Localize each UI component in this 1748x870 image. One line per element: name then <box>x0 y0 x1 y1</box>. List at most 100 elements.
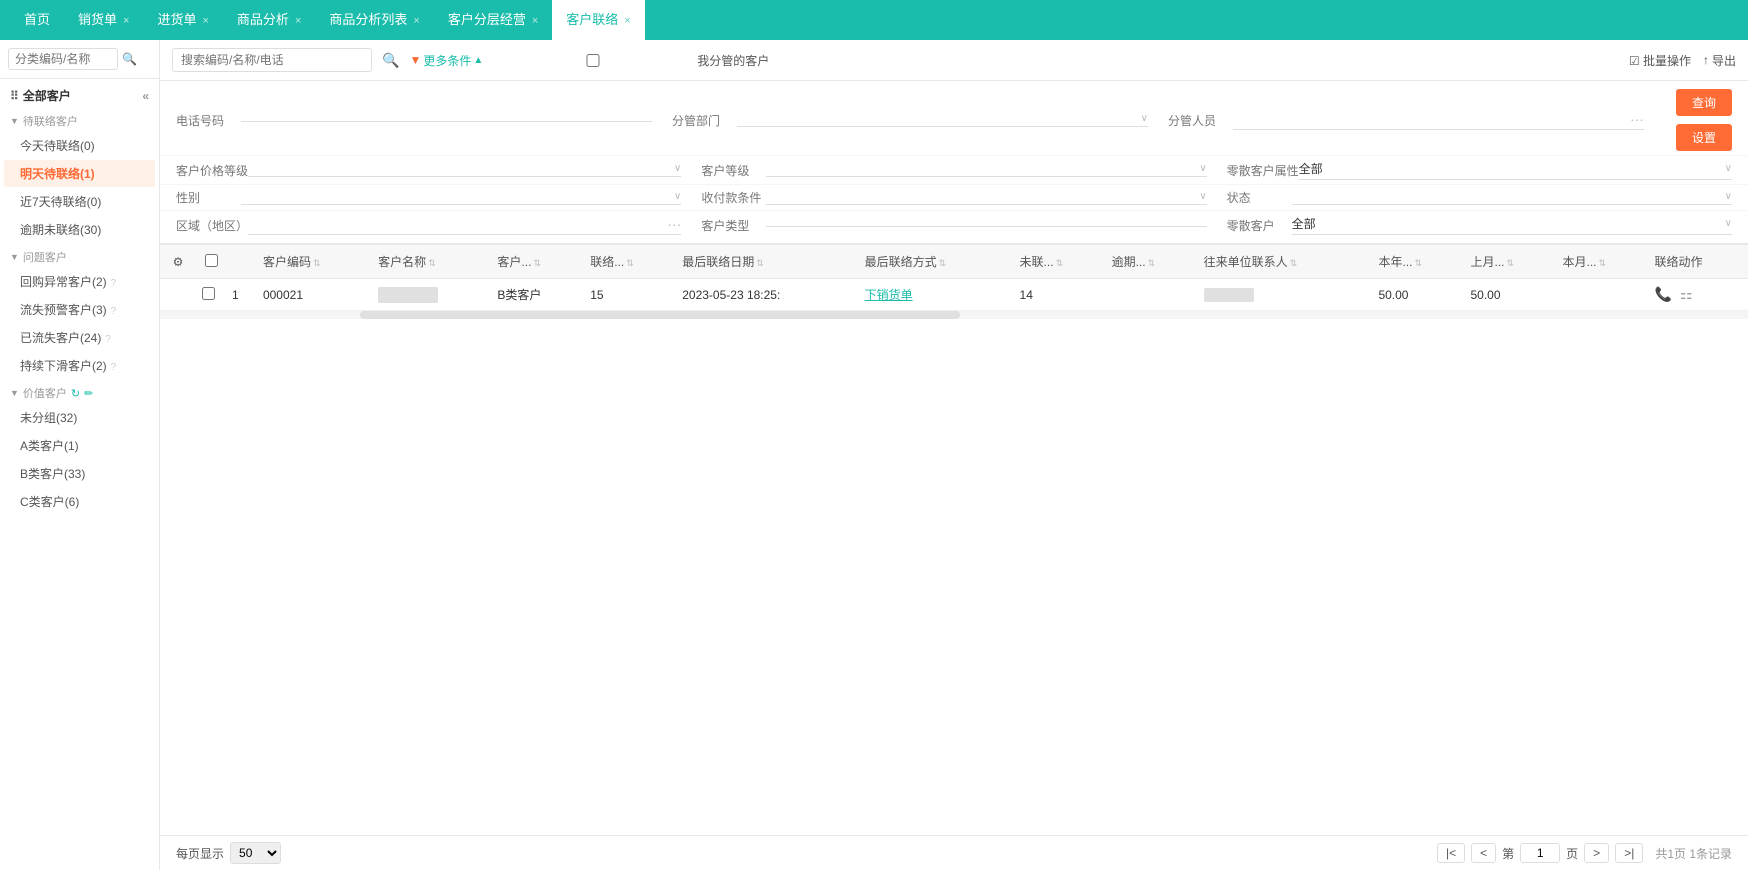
right-actions: ☑ 批量操作 ↑ 导出 <box>1629 52 1736 69</box>
nav-sales-order[interactable]: 销货单× <box>64 0 143 40</box>
col-type[interactable]: 客户...⇅ <box>491 245 584 279</box>
retail-customer-wrap[interactable]: 全部 ∨ <box>1292 215 1732 235</box>
gender-wrap[interactable]: ∨ <box>241 191 681 205</box>
sidebar-item-ungrouped[interactable]: 未分组(32) <box>4 404 155 431</box>
export-icon: ↑ <box>1703 53 1709 67</box>
close-purchase-order-icon[interactable]: × <box>202 15 208 27</box>
manager-dots-icon[interactable]: ··· <box>1630 111 1644 127</box>
col-code[interactable]: 客户编码⇅ <box>257 245 372 279</box>
customer-level-wrap[interactable]: ∨ <box>766 163 1206 177</box>
manager-input-wrap[interactable]: ··· <box>1233 111 1644 130</box>
sidebar-item-tomorrow-contact[interactable]: 明天待联络(1) <box>4 160 155 187</box>
action-phone-icon[interactable]: 📞 <box>1655 286 1672 303</box>
sidebar-item-churn-warning[interactable]: 流失预警客户(3)? <box>4 296 155 323</box>
refresh-icon[interactable]: ↻ <box>71 387 80 400</box>
payment-wrap[interactable]: ∨ <box>766 191 1206 205</box>
region-wrap[interactable]: ··· <box>248 216 681 235</box>
group-pending-contact[interactable]: 待联络客户 <box>0 108 159 131</box>
row-name-masked <box>378 287 438 303</box>
prev-page-btn[interactable]: < <box>1471 843 1496 863</box>
col-index <box>226 245 257 279</box>
query-button[interactable]: 查询 <box>1676 89 1732 116</box>
scrollbar-track[interactable] <box>360 311 960 319</box>
search-input[interactable] <box>172 48 372 72</box>
last-method-link[interactable]: 下销货单 <box>865 288 913 302</box>
export-btn[interactable]: ↑ 导出 <box>1703 52 1736 69</box>
per-page-select[interactable]: 50 100 200 <box>230 842 281 864</box>
my-customers-checkbox[interactable] <box>493 54 693 67</box>
sidebar-item-churned[interactable]: 已流失客户(24)? <box>4 324 155 351</box>
action-more-icon[interactable]: ⚏ <box>1680 286 1693 303</box>
close-product-analysis-list-icon[interactable]: × <box>413 15 419 27</box>
sidebar-item-7days-contact[interactable]: 近7天待联络(0) <box>4 188 155 215</box>
col-no-contact[interactable]: 未联...⇅ <box>1014 245 1106 279</box>
sidebar-item-today-contact[interactable]: 今天待联络(0) <box>4 132 155 159</box>
phone-input-wrap[interactable] <box>241 119 652 122</box>
select-all-checkbox[interactable] <box>205 254 218 267</box>
close-customer-contact-icon[interactable]: × <box>624 15 630 27</box>
sidebar-search-input[interactable] <box>8 48 118 70</box>
last-page-btn[interactable]: >| <box>1615 843 1643 863</box>
row-check[interactable] <box>196 279 226 311</box>
nav-customer-contact[interactable]: 客户联络× <box>552 0 644 40</box>
col-last-method[interactable]: 最后联络方式⇅ <box>859 245 1014 279</box>
sort-last-date-icon: ⇅ <box>756 258 764 268</box>
edit-icon[interactable]: ✏ <box>84 387 93 400</box>
nav-product-analysis[interactable]: 商品分析× <box>223 0 315 40</box>
col-contact-count[interactable]: 联络...⇅ <box>584 245 676 279</box>
col-this-month[interactable]: 本月...⇅ <box>1557 245 1649 279</box>
my-customers-checkbox-label[interactable]: 我分管的客户 <box>493 52 769 69</box>
region-dots-icon[interactable]: ··· <box>667 216 681 232</box>
reset-button[interactable]: 设置 <box>1676 124 1732 151</box>
row-last-method[interactable]: 下销货单 <box>859 279 1014 311</box>
sidebar-item-class-a[interactable]: A类客户(1) <box>4 432 155 459</box>
price-level-wrap[interactable]: ∨ <box>248 163 681 177</box>
close-product-analysis-icon[interactable]: × <box>295 15 301 27</box>
per-page-selector: 每页显示 50 100 200 <box>176 842 281 864</box>
sidebar-item-declining[interactable]: 持续下滑客户(2)? <box>4 352 155 379</box>
sidebar-search-icon[interactable]: 🔍 <box>122 52 137 66</box>
col-name[interactable]: 客户名称⇅ <box>372 245 491 279</box>
next-page-btn[interactable]: > <box>1584 843 1609 863</box>
all-customers-title[interactable]: ⠿ 全部客户 « <box>0 79 159 108</box>
sort-contact-count-icon: ⇅ <box>626 258 634 268</box>
sidebar-item-overdue-contact[interactable]: 逾期未联络(30) <box>4 216 155 243</box>
filter-gender: 性别 ∨ <box>176 189 681 206</box>
dept-input-wrap[interactable]: ∨ <box>737 113 1148 127</box>
more-conditions-btn[interactable]: ▼ 更多条件 ▲ <box>409 52 483 69</box>
retail-attr-wrap[interactable]: 全部 ∨ <box>1299 160 1732 180</box>
batch-op-btn[interactable]: ☑ 批量操作 <box>1629 52 1691 69</box>
close-customer-tier-icon[interactable]: × <box>532 15 538 27</box>
sidebar-search-area: 🔍 <box>0 40 159 79</box>
first-page-btn[interactable]: |< <box>1437 843 1465 863</box>
chevron-up-icon: ▲ <box>473 55 483 66</box>
row-this-year: 50.00 <box>1372 279 1464 311</box>
collapse-icon[interactable]: « <box>142 89 149 103</box>
nav-home[interactable]: 首页 <box>10 0 64 40</box>
col-settings[interactable]: ⚙ <box>160 245 196 279</box>
sidebar-item-abnormal-repurchase[interactable]: 回购异常客户(2)? <box>4 268 155 295</box>
sidebar-item-class-b[interactable]: B类客户(33) <box>4 460 155 487</box>
col-overdue[interactable]: 逾期...⇅ <box>1106 245 1198 279</box>
status-wrap[interactable]: ∨ <box>1292 191 1732 205</box>
nav-purchase-order[interactable]: 进货单× <box>143 0 222 40</box>
group-problem-customers[interactable]: 问题客户 <box>0 244 159 267</box>
search-button[interactable]: 🔍 <box>382 52 399 69</box>
nav-customer-tier[interactable]: 客户分层经营× <box>434 0 552 40</box>
sort-type-icon: ⇅ <box>533 258 541 268</box>
customer-type-wrap[interactable] <box>766 224 1206 227</box>
group-value-customers[interactable]: 价值客户 ↻ ✏ <box>0 380 159 403</box>
col-last-date[interactable]: 最后联络日期⇅ <box>676 245 858 279</box>
page-number-input[interactable] <box>1520 843 1560 863</box>
col-this-year[interactable]: 本年...⇅ <box>1372 245 1464 279</box>
row-checkbox[interactable] <box>202 287 215 300</box>
col-check[interactable] <box>196 245 226 279</box>
col-company-contact[interactable]: 往来单位联系人⇅ <box>1198 245 1373 279</box>
sidebar-item-class-c[interactable]: C类客户(6) <box>4 488 155 515</box>
close-sales-order-icon[interactable]: × <box>123 15 129 27</box>
total-info: 共1页 1条记录 <box>1655 845 1732 862</box>
col-last-month[interactable]: 上月...⇅ <box>1464 245 1556 279</box>
action-icons: 📞 ⚏ <box>1655 286 1742 303</box>
horizontal-scrollbar[interactable] <box>160 311 1748 319</box>
nav-product-analysis-list[interactable]: 商品分析列表× <box>315 0 433 40</box>
